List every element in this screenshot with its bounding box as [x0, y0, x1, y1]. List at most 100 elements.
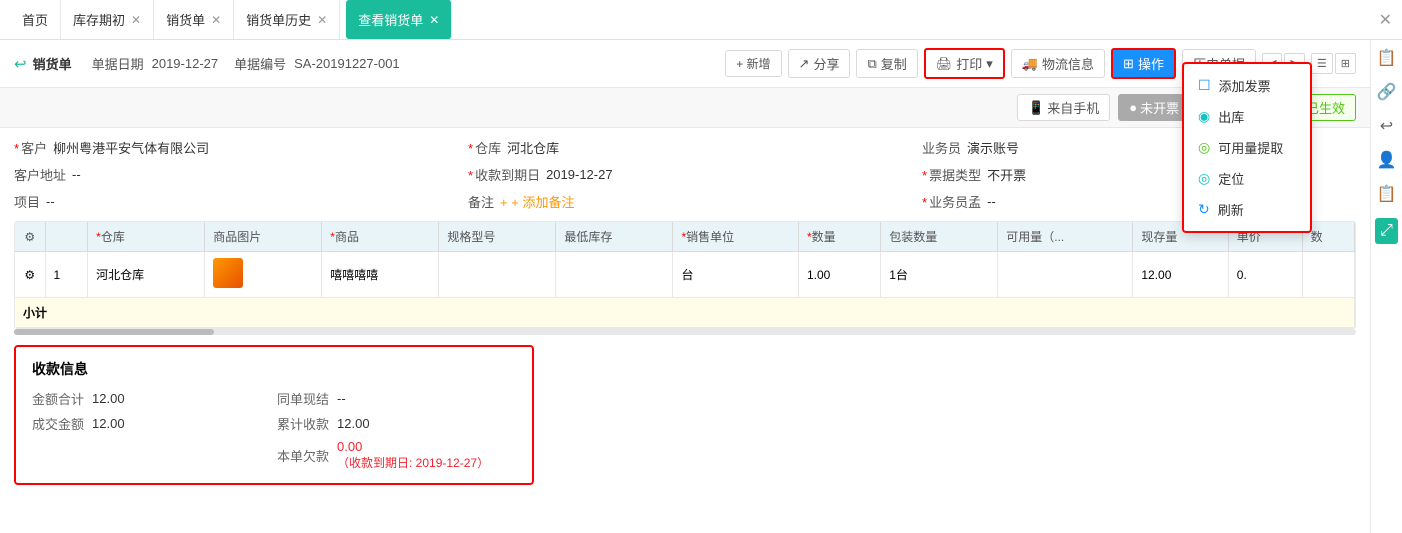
tab-sales-order[interactable]: 销货单 ✕	[154, 0, 234, 39]
payment-title: 收款信息	[32, 359, 516, 379]
print-button[interactable]: 🖨 打印 ▾	[924, 48, 1005, 79]
same-order-value: --	[337, 391, 346, 406]
th-warehouse: 仓库	[88, 222, 205, 252]
address-value: --	[72, 167, 81, 182]
logistics-button[interactable]: 🚚 物流信息	[1011, 49, 1105, 78]
dropdown-available-extract-label: 可用量提取	[1218, 138, 1283, 157]
same-order-row: 同单现结 --	[277, 389, 516, 408]
doc-no-label: 单据编号 SA-20191227-001	[234, 54, 400, 73]
employee-label: 业务员	[922, 138, 961, 157]
form-area: 客户 柳州粤港平安气体有限公司 仓库 河北仓库 业务员 演示账号 客户地址 --…	[0, 128, 1370, 221]
share-button[interactable]: ↗ 分享	[788, 49, 851, 78]
deal-label: 成交金额	[32, 414, 84, 433]
row-price: 0.	[1228, 252, 1302, 298]
tab-sales-history-label: 销货单历史	[246, 10, 311, 29]
table-header-row: ⚙ 仓库 商品图片 商品 规格型号 最低库存 销售单位 数量 包装数量 可用量（…	[15, 222, 1355, 252]
product-image	[213, 258, 243, 288]
ticket-icon: ●	[1129, 100, 1137, 115]
th-img: 商品图片	[205, 222, 322, 252]
due-date-row: 收款到期日 2019-12-27	[468, 165, 902, 184]
tab-view-sales-label: 查看销货单	[358, 10, 423, 29]
ticket-value: 不开票	[987, 165, 1026, 184]
not-open-button[interactable]: ● 未开票	[1118, 94, 1190, 121]
tab-home[interactable]: 首页	[10, 0, 61, 39]
address-label: 客户地址	[14, 165, 66, 184]
tab-view-sales[interactable]: 查看销货单 ✕	[346, 0, 452, 39]
operate-dropdown: ☐ 添加发票 ◉ 出库 ◎ 可用量提取 ◎ 定位 ↻ 刷新	[1182, 62, 1312, 233]
doc-header: ↩ 销货单 单据日期 2019-12-27 单据编号 SA-20191227-0…	[0, 40, 1370, 88]
locate-icon: ◎	[1198, 170, 1210, 187]
dropdown-outbound[interactable]: ◉ 出库	[1184, 101, 1310, 132]
dropdown-available-extract[interactable]: ◎ 可用量提取	[1184, 132, 1310, 163]
row-settings[interactable]: ⚙	[15, 252, 45, 298]
list-view-button[interactable]: ☰	[1311, 53, 1333, 74]
salesman-value: --	[987, 194, 996, 209]
dropdown-add-invoice[interactable]: ☐ 添加发票	[1184, 70, 1310, 101]
grid-view-button[interactable]: ⊞	[1335, 53, 1356, 74]
sidebar-link-icon[interactable]: 🔗	[1377, 82, 1397, 102]
copy-button[interactable]: ⧉ 复制	[856, 49, 917, 78]
dropdown-locate[interactable]: ◎ 定位	[1184, 163, 1310, 194]
sidebar-return-icon[interactable]: ↩	[1380, 116, 1393, 136]
doc-meta: 单据日期 2019-12-27 单据编号 SA-20191227-001	[92, 54, 400, 73]
note-add-link[interactable]: + + 添加备注	[500, 192, 574, 211]
dropdown-refresh[interactable]: ↻ 刷新	[1184, 194, 1310, 225]
row-qty: 1.00	[798, 252, 880, 298]
cumulative-label: 累计收款	[277, 414, 329, 433]
share-icon: ↗	[799, 56, 810, 72]
owe-value: 0.00 （收款到期日: 2019-12-27）	[337, 439, 516, 471]
th-available: 可用量（...	[998, 222, 1133, 252]
payment-col-right: 同单现结 -- 累计收款 12.00 本单欠款 0.00 （收款到期日: 201…	[277, 389, 516, 471]
phone-icon: 📱	[1028, 100, 1044, 116]
dropdown-outbound-label: 出库	[1218, 107, 1244, 126]
row-pkg-qty: 1台	[881, 252, 998, 298]
tab-inventory-init-close[interactable]: ✕	[131, 13, 141, 27]
owe-row: 本单欠款 0.00 （收款到期日: 2019-12-27）	[277, 439, 516, 471]
due-date-value: 2019-12-27	[546, 167, 613, 182]
sidebar-list-icon[interactable]: 📋	[1377, 184, 1397, 204]
th-settings[interactable]: ⚙	[15, 222, 45, 252]
copy-icon: ⧉	[867, 56, 876, 72]
due-date-label: 收款到期日	[468, 165, 540, 184]
items-table: ⚙ 仓库 商品图片 商品 规格型号 最低库存 销售单位 数量 包装数量 可用量（…	[15, 222, 1355, 328]
operate-button[interactable]: ⊞ 操作	[1111, 48, 1176, 79]
row-available	[998, 252, 1133, 298]
customer-row: 客户 柳州粤港平安气体有限公司	[14, 138, 448, 157]
tab-home-label: 首页	[22, 10, 48, 29]
subtotal-row: 小计	[15, 298, 1355, 328]
tab-view-sales-close[interactable]: ✕	[429, 13, 439, 27]
sidebar-user-icon[interactable]: 👤	[1377, 150, 1397, 170]
warehouse-row: 仓库 河北仓库	[468, 138, 902, 157]
deal-value: 12.00	[92, 416, 125, 431]
plus-icon: +	[500, 195, 508, 210]
view-buttons: ☰ ⊞	[1311, 53, 1356, 74]
sidebar-doc-icon[interactable]: 📋	[1377, 48, 1397, 68]
tab-sales-order-close[interactable]: ✕	[211, 13, 221, 27]
table-row: ⚙ 1 河北仓库 嘻嘻嘻嘻 台 1.00 1台 12.00	[15, 252, 1355, 298]
dropdown-refresh-label: 刷新	[1218, 200, 1244, 219]
address-row: 客户地址 --	[14, 165, 448, 184]
from-phone-button[interactable]: 📱 来自手机	[1017, 94, 1110, 121]
total-value: 12.00	[92, 391, 125, 406]
doc-title: 销货单	[33, 54, 72, 73]
window-close-button[interactable]: ✕	[1379, 10, 1392, 30]
note-row: 备注 + + 添加备注	[468, 192, 902, 211]
total-row: 金额合计 12.00	[32, 389, 271, 408]
tab-sales-history[interactable]: 销货单历史 ✕	[234, 0, 340, 39]
th-product: 商品	[322, 222, 439, 252]
row-spec	[439, 252, 556, 298]
tab-sales-order-label: 销货单	[166, 10, 205, 29]
same-order-label: 同单现结	[277, 389, 329, 408]
outbound-icon: ◉	[1198, 108, 1210, 125]
th-pkg-qty: 包装数量	[881, 222, 998, 252]
owe-label: 本单欠款	[277, 446, 329, 465]
dropdown-locate-label: 定位	[1218, 169, 1244, 188]
tab-inventory-init-label: 库存期初	[73, 10, 125, 29]
row-current: 12.00	[1133, 252, 1228, 298]
customer-label: 客户	[14, 138, 47, 157]
tab-inventory-init[interactable]: 库存期初 ✕	[61, 0, 154, 39]
sidebar-expand-icon[interactable]: ⤢	[1375, 218, 1398, 244]
add-button[interactable]: + 新增	[725, 50, 781, 77]
tab-sales-history-close[interactable]: ✕	[317, 13, 327, 27]
subtotal-label: 小计	[15, 298, 1355, 328]
